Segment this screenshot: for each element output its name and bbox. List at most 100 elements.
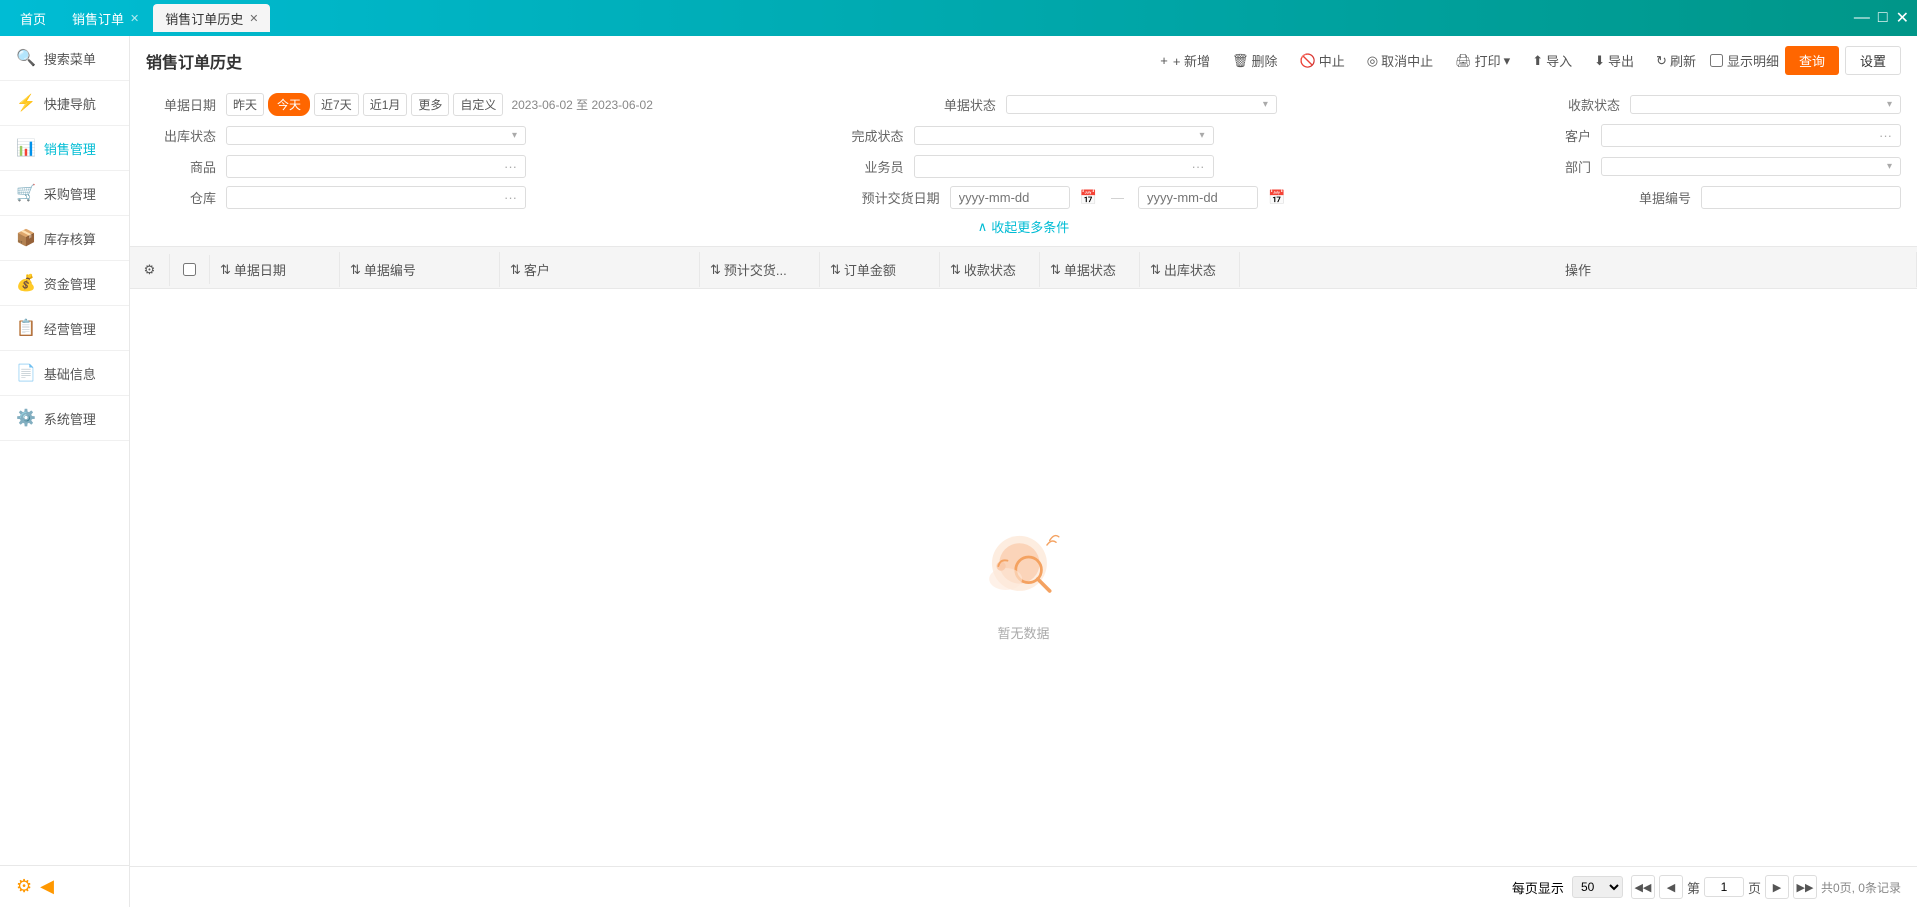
stock-out-select[interactable]: ▾ — [226, 126, 526, 145]
customer-select[interactable]: ··· — [1601, 124, 1901, 147]
dept-chevron-icon: ▾ — [1887, 161, 1892, 172]
date-1month[interactable]: 近1月 — [363, 93, 408, 116]
th-settings[interactable]: ⚙ — [130, 254, 170, 286]
salesperson-select[interactable]: ··· — [914, 155, 1214, 178]
sidebar-item-operations[interactable]: 📋 经营管理 — [0, 306, 129, 351]
collapse-sidebar-icon[interactable]: ◀ — [40, 876, 54, 897]
query-button[interactable]: 查询 — [1785, 46, 1839, 75]
th-amount[interactable]: ⇅ 订单金额 — [820, 252, 940, 287]
sidebar-item-quicknav[interactable]: ⚡ 快捷导航 — [0, 81, 129, 126]
select-all-checkbox[interactable] — [183, 263, 196, 276]
date-today[interactable]: 今天 — [268, 93, 310, 116]
stop-icon: 🚫 — [1300, 53, 1316, 69]
first-page-button[interactable]: ◀◀ — [1631, 875, 1655, 899]
print-button[interactable]: 🖨 打印 ▾ — [1447, 47, 1518, 74]
minimize-icon[interactable]: — — [1854, 9, 1870, 27]
th-customer[interactable]: ⇅ 客户 — [500, 252, 700, 287]
import-button[interactable]: ⬆ 导入 — [1524, 47, 1580, 74]
cancel-stop-icon: ◎ — [1367, 53, 1378, 69]
tab-sales-history-close[interactable]: ✕ — [249, 12, 258, 25]
th-delivery[interactable]: ⇅ 预计交货... — [700, 252, 820, 287]
th-checkbox[interactable] — [170, 255, 210, 284]
footer-pagination: 每页显示 50 100 200 ◀◀ ◀ 第 页 ▶ ▶▶ 共0页, 0条记录 — [130, 866, 1917, 907]
table-settings-icon: ⚙ — [144, 262, 156, 278]
th-payment-status[interactable]: ⇅ 收款状态 — [940, 252, 1040, 287]
new-button[interactable]: + + 新增 — [1152, 47, 1218, 74]
sort-customer-icon: ⇅ — [510, 262, 521, 278]
date-more[interactable]: 更多 — [411, 93, 449, 116]
filter-row-1: 单据日期 昨天 今天 近7天 近1月 更多 自定义 2023-06-02 至 2… — [146, 93, 1901, 116]
page-number-input[interactable] — [1704, 877, 1744, 897]
page-size-select[interactable]: 50 100 200 — [1572, 876, 1623, 898]
delete-button[interactable]: 🗑 删除 — [1224, 47, 1286, 74]
display-toggle[interactable]: 显示明细 — [1710, 51, 1779, 70]
dept-select[interactable]: ▾ — [1601, 157, 1901, 176]
top-bar: 首页 销售订单 ✕ 销售订单历史 ✕ — □ ✕ — [0, 0, 1917, 36]
salesperson-dots-icon: ··· — [1192, 159, 1205, 174]
page-suffix-label: 页 — [1748, 878, 1761, 897]
empty-state: 暂无数据 — [130, 289, 1917, 866]
next-page-button[interactable]: ▶ — [1765, 875, 1789, 899]
sort-payment-icon: ⇅ — [950, 262, 961, 278]
product-label: 商品 — [146, 157, 216, 176]
page-title: 销售订单历史 — [146, 49, 242, 73]
filter-row-2: 出库状态 ▾ 完成状态 ▾ 客户 ··· — [146, 124, 1901, 147]
th-number[interactable]: ⇅ 单据编号 — [340, 252, 500, 287]
refresh-icon: ↻ — [1656, 53, 1667, 69]
product-dots-icon: ··· — [504, 159, 517, 174]
calendar-from-icon[interactable]: 📅 — [1080, 189, 1097, 206]
sort-status-icon: ⇅ — [1050, 262, 1061, 278]
sidebar-item-system[interactable]: ⚙️ 系统管理 — [0, 396, 129, 441]
product-select[interactable]: ··· — [226, 155, 526, 178]
completion-select[interactable]: ▾ — [914, 126, 1214, 145]
date-custom[interactable]: 自定义 — [453, 93, 503, 116]
display-toggle-label: 显示明细 — [1727, 51, 1779, 70]
settings-button[interactable]: 设置 — [1845, 46, 1901, 75]
filter-row-3: 商品 ··· 业务员 ··· 部门 ▾ — [146, 155, 1901, 178]
th-date[interactable]: ⇅ 单据日期 — [210, 252, 340, 287]
sidebar-purchase-label: 采购管理 — [44, 184, 96, 203]
warehouse-select[interactable]: ··· — [226, 186, 526, 209]
prev-page-button[interactable]: ◀ — [1659, 875, 1683, 899]
maximize-icon[interactable]: □ — [1878, 9, 1888, 27]
last-page-button[interactable]: ▶▶ — [1793, 875, 1817, 899]
tab-sales-order-close[interactable]: ✕ — [130, 12, 139, 25]
display-toggle-checkbox[interactable] — [1710, 54, 1723, 67]
stop-button[interactable]: 🚫 中止 — [1292, 47, 1353, 74]
export-button[interactable]: ⬇ 导出 — [1586, 47, 1642, 74]
sidebar-item-inventory[interactable]: 📦 库存核算 — [0, 216, 129, 261]
export-icon: ⬇ — [1594, 53, 1605, 69]
sidebar-item-search[interactable]: 🔍 搜索菜单 — [0, 36, 129, 81]
payment-select[interactable]: ▾ — [1630, 95, 1901, 114]
tab-sales-history[interactable]: 销售订单历史 ✕ — [153, 4, 270, 32]
settings-bottom-icon[interactable]: ⚙ — [16, 876, 32, 897]
sidebar-item-purchase[interactable]: 🛒 采购管理 — [0, 171, 129, 216]
search-icon: 🔍 — [16, 48, 36, 68]
delivery-date-from[interactable] — [950, 186, 1070, 209]
th-doc-status[interactable]: ⇅ 单据状态 — [1040, 252, 1140, 287]
refresh-button[interactable]: ↻ 刷新 — [1648, 47, 1704, 74]
doc-number-input[interactable] — [1701, 186, 1901, 209]
empty-text: 暂无数据 — [997, 623, 1049, 642]
th-stock-status[interactable]: ⇅ 出库状态 — [1140, 252, 1240, 287]
content-area: 销售订单历史 + + 新增 🗑 删除 🚫 中止 ◎ 取消中止 — [130, 36, 1917, 907]
sidebar-item-finance[interactable]: 💰 资金管理 — [0, 261, 129, 306]
tab-sales-order[interactable]: 销售订单 ✕ — [60, 4, 151, 32]
date-7days[interactable]: 近7天 — [314, 93, 359, 116]
close-window-icon[interactable]: ✕ — [1896, 8, 1909, 28]
calendar-to-icon[interactable]: 📅 — [1268, 189, 1285, 206]
sidebar-item-sales[interactable]: 📊 销售管理 — [0, 126, 129, 171]
status-select[interactable]: ▾ — [1006, 95, 1277, 114]
cancel-stop-button[interactable]: ◎ 取消中止 — [1359, 47, 1441, 74]
sidebar-finance-label: 资金管理 — [44, 274, 96, 293]
date-yesterday[interactable]: 昨天 — [226, 93, 264, 116]
tab-bar: 首页 销售订单 ✕ 销售订单历史 ✕ — [8, 4, 1854, 32]
delivery-date-to[interactable] — [1138, 186, 1258, 209]
tab-home[interactable]: 首页 — [8, 4, 58, 32]
sidebar-basic-label: 基础信息 — [44, 364, 96, 383]
filter-row-4: 仓库 ··· 预计交货日期 📅 — 📅 单据编号 — [146, 186, 1901, 209]
collapse-btn[interactable]: ∧ 收起更多条件 — [146, 217, 1901, 236]
new-icon: + — [1160, 53, 1168, 68]
sidebar-sales-label: 销售管理 — [44, 139, 96, 158]
sidebar-item-basic[interactable]: 📄 基础信息 — [0, 351, 129, 396]
